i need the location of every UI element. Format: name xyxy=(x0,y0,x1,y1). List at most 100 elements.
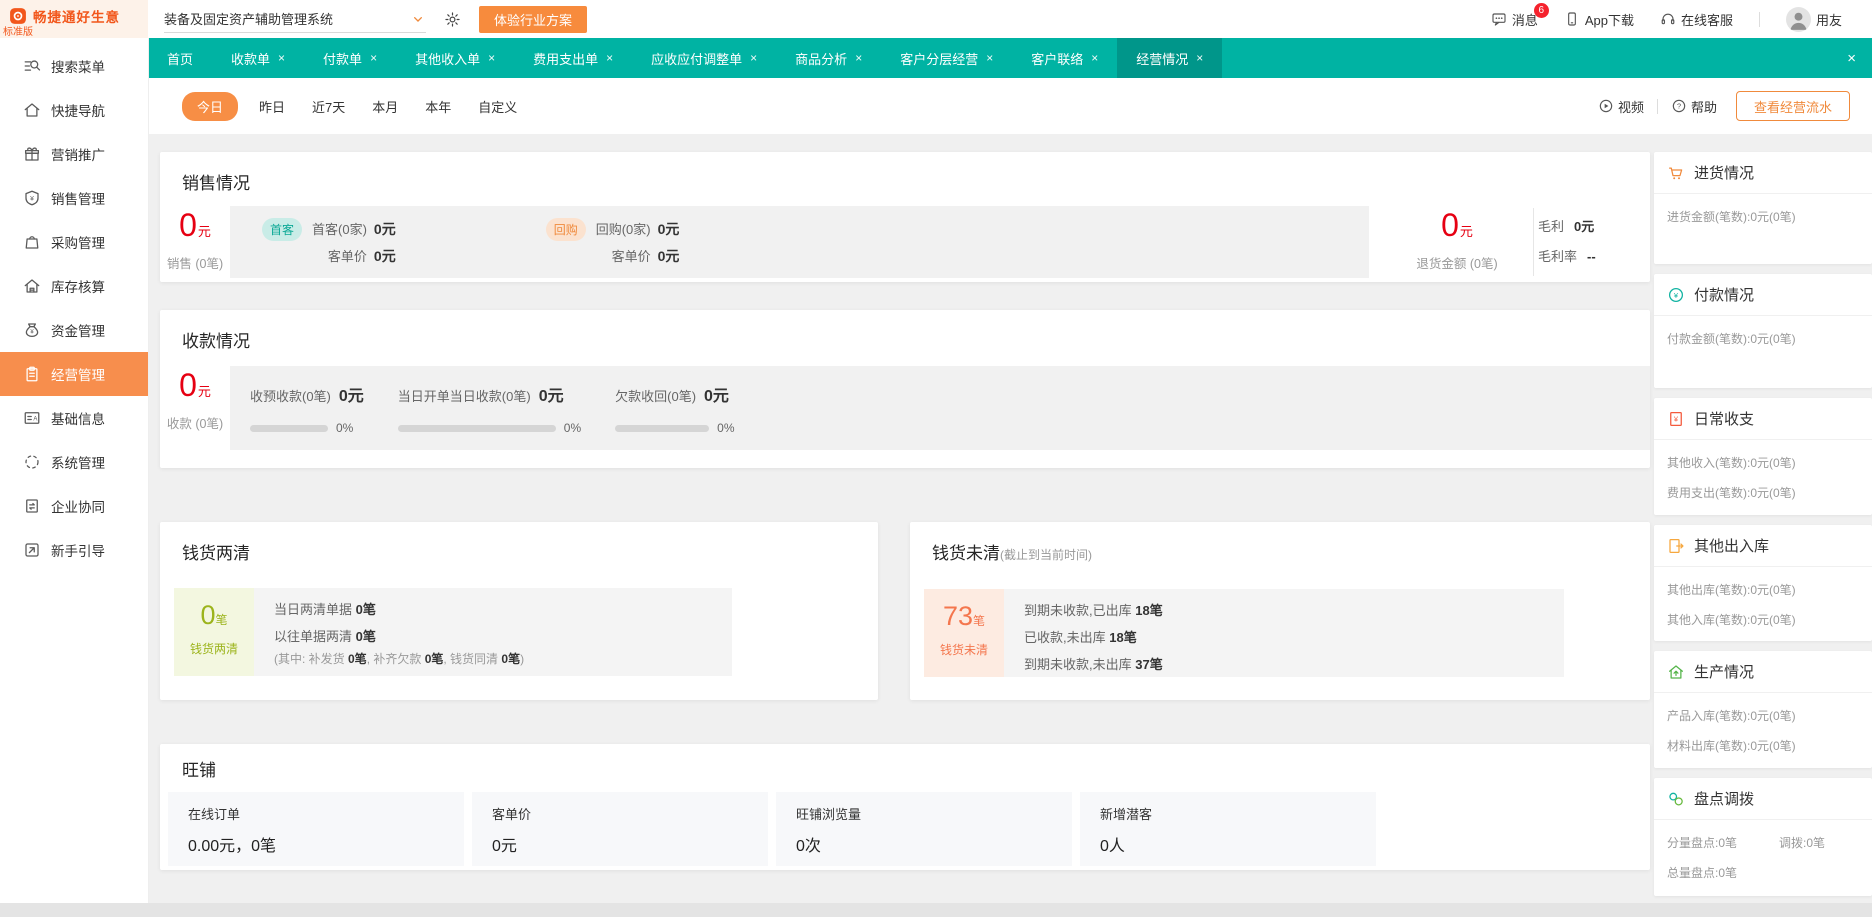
app-download-button[interactable]: App下载 xyxy=(1564,10,1634,29)
messages-button[interactable]: 消息 6 xyxy=(1491,2,1549,29)
settled-card: 钱货两清 0笔 钱货两清 当日两清单据 0笔 以往单据两清 0笔 (其中: 补发货 … xyxy=(160,522,878,700)
sidebar-item-guide[interactable]: 新手引导 xyxy=(0,528,148,572)
sidebar-item-label: 企业协同 xyxy=(51,500,105,515)
system-select-value: 装备及固定资产辅助管理系统 xyxy=(164,12,334,27)
sidebar-item-system[interactable]: 系统管理 xyxy=(0,440,148,484)
panel-header-cart[interactable]: 进货情况 xyxy=(1654,152,1872,194)
panel-row: 费用支出(笔数):0元(0笔) xyxy=(1667,484,1859,501)
topbar-right: 消息 6 App下载 在线客服 用友 xyxy=(1491,2,1872,32)
tab-close-icon[interactable]: × xyxy=(1091,51,1098,65)
panel-header-transfer[interactable]: 盘点调拨 xyxy=(1654,778,1872,820)
trial-solution-button[interactable]: 体验行业方案 xyxy=(479,5,588,33)
sidebar-item-label: 库存核算 xyxy=(51,280,105,295)
help-link[interactable]: ? 帮助 xyxy=(1671,97,1717,116)
panel-header-yen-circle[interactable]: ¥ 付款情况 xyxy=(1654,274,1872,316)
tab-close-icon[interactable]: × xyxy=(1196,51,1203,65)
sidebar-item-label: 经营管理 xyxy=(51,368,105,383)
tab-close-icon[interactable]: × xyxy=(986,51,993,65)
sidebar-item-sell[interactable]: ¥ 销售管理 xyxy=(0,176,148,220)
tab-9[interactable]: 经营情况 × xyxy=(1117,38,1223,78)
app-title: 畅捷通好生意 xyxy=(33,10,120,25)
panel-title: 其他出入库 xyxy=(1694,538,1770,555)
tab-5[interactable]: 应收应付调整单 × xyxy=(632,38,776,78)
sidebar-item-moneybag[interactable]: ¥ 资金管理 xyxy=(0,308,148,352)
tab-3[interactable]: 其他收入单 × xyxy=(396,38,514,78)
view-business-flow-button[interactable]: 查看经营流水 xyxy=(1735,91,1850,121)
repeat-customer-group: 回购 回购(0家) 0元 客单价 0元 xyxy=(545,217,679,266)
tab-2[interactable]: 付款单 × xyxy=(304,38,396,78)
settled-count-label: 钱货两清 xyxy=(189,642,238,656)
topbar: 畅捷通好生意 标准版 装备及固定资产辅助管理系统 体验行业方案 消息 6 App… xyxy=(0,0,1872,38)
sidebar-item-collab[interactable]: 企业协同 xyxy=(0,484,148,528)
svg-text:¥: ¥ xyxy=(1674,414,1679,423)
tab-label: 付款单 xyxy=(323,51,363,67)
moneybag-icon: ¥ xyxy=(23,321,41,339)
tab-home[interactable]: 首页 xyxy=(148,38,212,78)
range-filter-4[interactable]: 本年 xyxy=(425,97,451,116)
panel-header-factory[interactable]: 生产情况 xyxy=(1654,651,1872,693)
online-support-button[interactable]: 在线客服 xyxy=(1660,10,1733,29)
tab-close-icon[interactable]: × xyxy=(855,51,862,65)
panel-header-doc-arrow[interactable]: 其他出入库 xyxy=(1654,525,1872,567)
bottom-scrollbar-track[interactable] xyxy=(0,903,1872,917)
tab-close-icon[interactable]: × xyxy=(278,51,285,65)
progress-bar: 0% xyxy=(397,421,581,435)
collection-total-label: 收款 (0笔) xyxy=(166,417,224,431)
first-avg-label: 客单价 xyxy=(327,248,367,264)
home-icon xyxy=(23,101,41,119)
repeat-customer-label: 回购(0家) xyxy=(595,221,651,237)
svg-text:A: A xyxy=(33,416,37,422)
date-range-filters: 今日 昨日 近7天 本月 本年 自定义 xyxy=(182,91,544,121)
tabbar-close-icon[interactable]: × xyxy=(1847,50,1856,67)
gift-icon xyxy=(23,145,41,163)
range-filter-3[interactable]: 本月 xyxy=(372,97,398,116)
tab-4[interactable]: 费用支出单 × xyxy=(514,38,632,78)
play-circle-icon xyxy=(1598,98,1614,114)
shop-stat-0: 在线订单 0.00元，0笔 xyxy=(168,792,464,866)
range-filter-1[interactable]: 昨日 xyxy=(259,97,285,116)
sidebar-item-gift[interactable]: 营销推广 xyxy=(0,132,148,176)
tab-6[interactable]: 商品分析 × xyxy=(776,38,881,78)
range-filter-5[interactable]: 自定义 xyxy=(478,97,517,116)
tab-8[interactable]: 客户联络 × xyxy=(1012,38,1117,78)
unsettled-count-label: 钱货未清 xyxy=(939,643,988,657)
tab-close-icon[interactable]: × xyxy=(488,51,495,65)
first-customer-group: 首客 首客(0家) 0元 客单价 0元 xyxy=(262,217,396,266)
sidebar-item-home[interactable]: 快捷导航 xyxy=(0,88,148,132)
sidebar-item-clipboard[interactable]: 经营管理 xyxy=(0,352,148,396)
range-filter-0[interactable]: 今日 xyxy=(182,91,239,121)
app-logo: 畅捷通好生意 标准版 xyxy=(0,0,148,38)
range-filter-2[interactable]: 近7天 xyxy=(312,97,345,116)
filter-toolbar: 今日 昨日 近7天 本月 本年 自定义 视频 ? 帮助 查看经营流水 xyxy=(148,78,1872,134)
bag-icon xyxy=(23,233,41,251)
help-label: 帮助 xyxy=(1690,99,1717,115)
shop-stat-2: 旺铺浏览量 0次 xyxy=(776,792,1072,866)
settled-card-title: 钱货两清 xyxy=(182,544,250,563)
guide-icon xyxy=(23,541,41,559)
tab-close-icon[interactable]: × xyxy=(606,51,613,65)
tab-1[interactable]: 收款单 × xyxy=(212,38,304,78)
tab-7[interactable]: 客户分层经营 × xyxy=(881,38,1012,78)
tab-close-icon[interactable]: × xyxy=(370,51,377,65)
sidebar-item-warehouse[interactable]: 库存核算 xyxy=(0,264,148,308)
panel-title: 盘点调拨 xyxy=(1694,791,1755,808)
panel-header-yen-doc[interactable]: ¥ 日常收支 xyxy=(1654,398,1872,440)
doc-arrow-icon xyxy=(1667,537,1685,555)
tab-close-icon[interactable]: × xyxy=(750,51,757,65)
sidebar-item-bag[interactable]: 采购管理 xyxy=(0,220,148,264)
shop-stat-label: 新增潜客 xyxy=(1100,807,1153,822)
sidebar-item-label: 搜索菜单 xyxy=(51,60,105,75)
sidebar-item-idcard[interactable]: A 基础信息 xyxy=(0,396,148,440)
gear-icon[interactable] xyxy=(444,11,461,28)
sales-card-body: 0元 销售 (0笔) 首客 首客(0家) 0元 客单价 0元 回购 回购(0家)… xyxy=(160,206,1650,278)
panel-row: 其他收入(笔数):0元(0笔) xyxy=(1667,454,1859,471)
system-select[interactable]: 装备及固定资产辅助管理系统 xyxy=(164,6,426,33)
user-menu[interactable]: 用友 xyxy=(1785,6,1842,32)
video-link[interactable]: 视频 xyxy=(1598,97,1644,116)
panel-row: 进货金额(笔数):0元(0笔) xyxy=(1667,208,1859,225)
sidebar-item-search[interactable]: 搜索菜单 xyxy=(0,44,148,88)
tab-label: 客户联络 xyxy=(1031,51,1084,67)
settlement-row: 钱货两清 0笔 钱货两清 当日两清单据 0笔 以往单据两清 0笔 (其中: 补发货 … xyxy=(160,522,1650,700)
yen-doc-icon: ¥ xyxy=(1667,410,1685,428)
panel-row: 其他出库(笔数):0元(0笔) xyxy=(1667,581,1859,598)
